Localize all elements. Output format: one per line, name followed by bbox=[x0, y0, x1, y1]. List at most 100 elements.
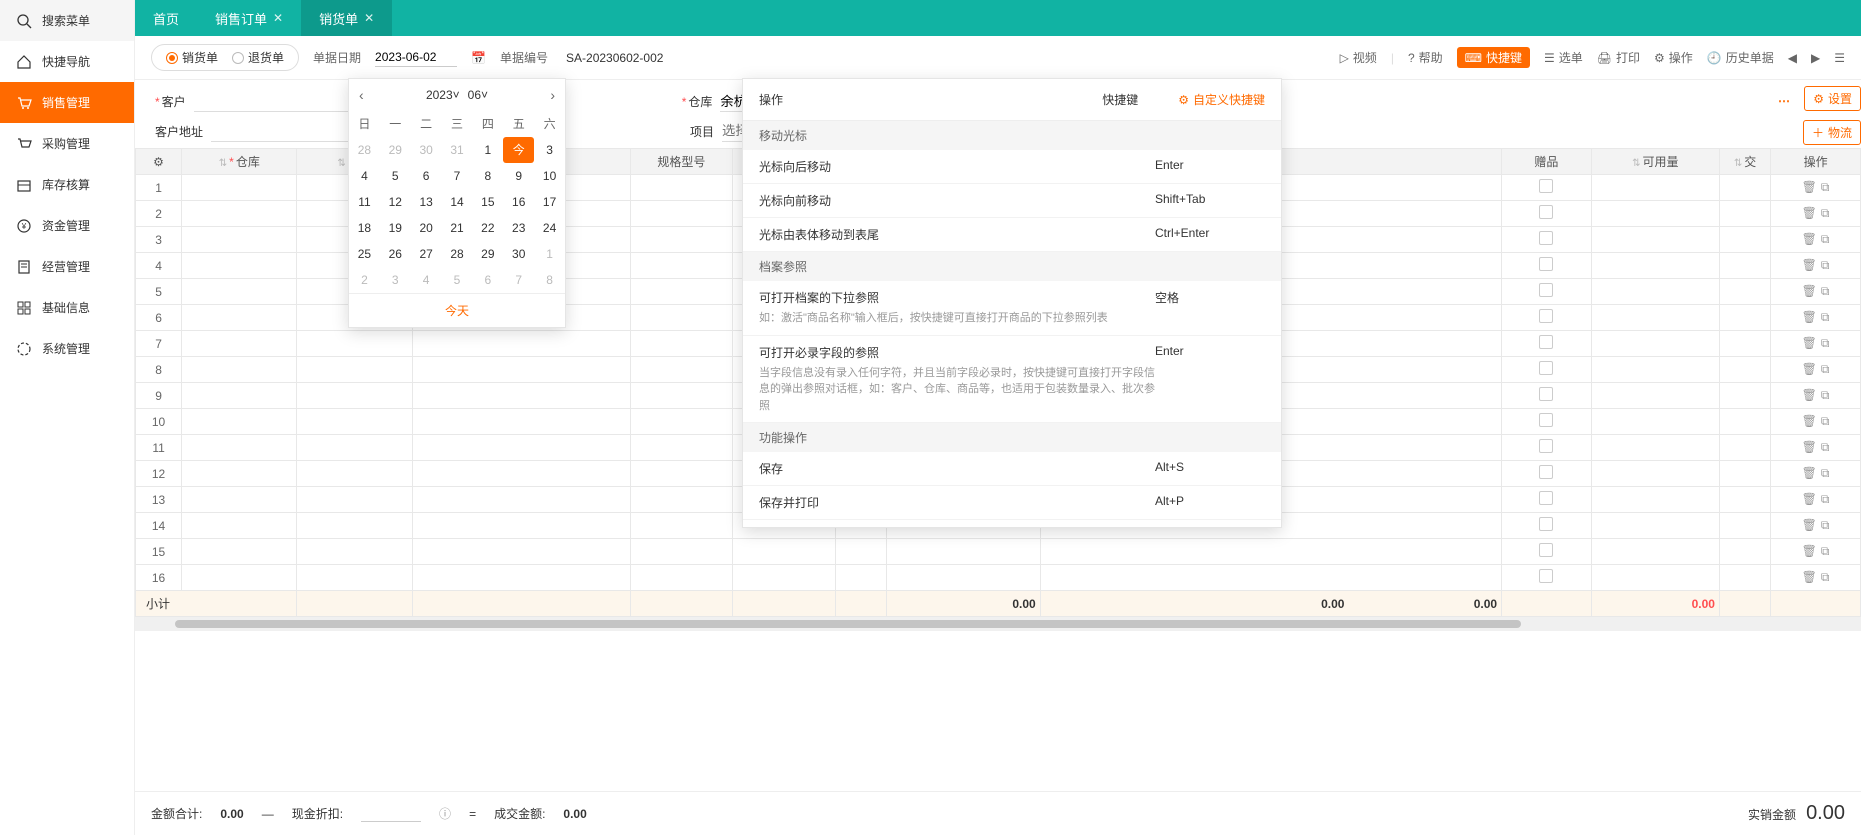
row-more-icon[interactable]: ⋯ bbox=[1778, 94, 1791, 108]
copy-icon[interactable]: ⧉ bbox=[1821, 388, 1830, 402]
gift-cell[interactable] bbox=[1502, 305, 1592, 331]
copy-icon[interactable]: ⧉ bbox=[1821, 570, 1830, 584]
history-button[interactable]: 🕘历史单据 bbox=[1707, 49, 1774, 66]
cal-day[interactable]: 1 bbox=[472, 137, 503, 163]
cal-today-button[interactable]: 今天 bbox=[349, 293, 565, 327]
copy-icon[interactable]: ⧉ bbox=[1821, 310, 1830, 324]
cal-day-prev[interactable]: 29 bbox=[380, 137, 411, 163]
cal-prev-icon[interactable]: ‹ bbox=[359, 87, 364, 103]
cal-day[interactable]: 27 bbox=[411, 241, 442, 267]
operate-button[interactable]: ⚙操作 bbox=[1654, 49, 1693, 66]
col-gear[interactable]: ⚙ bbox=[136, 149, 182, 175]
cal-day-next[interactable]: 2 bbox=[349, 267, 380, 293]
gift-cell[interactable] bbox=[1502, 513, 1592, 539]
radio-sale[interactable]: 销货单 bbox=[166, 49, 218, 66]
gift-cell[interactable] bbox=[1502, 383, 1592, 409]
cal-day[interactable]: 30 bbox=[503, 241, 534, 267]
cal-month[interactable]: 06˅ bbox=[468, 88, 488, 102]
gift-cell[interactable] bbox=[1502, 565, 1592, 591]
gift-cell[interactable] bbox=[1502, 409, 1592, 435]
copy-icon[interactable]: ⧉ bbox=[1821, 336, 1830, 350]
date-input[interactable] bbox=[375, 48, 457, 67]
cal-day-next[interactable]: 1 bbox=[534, 241, 565, 267]
sidebar-item-inventory[interactable]: 库存核算 bbox=[0, 164, 134, 205]
delete-icon[interactable]: 🗑 bbox=[1802, 336, 1817, 350]
shortcuts-button[interactable]: ⌨快捷键 bbox=[1457, 47, 1530, 68]
cal-day[interactable]: 16 bbox=[503, 189, 534, 215]
sidebar-item-sales[interactable]: 销售管理 bbox=[0, 82, 134, 123]
copy-icon[interactable]: ⧉ bbox=[1821, 466, 1830, 480]
cal-day-next[interactable]: 3 bbox=[380, 267, 411, 293]
tab-sales-order[interactable]: 销售订单✕ bbox=[197, 0, 301, 36]
cal-day[interactable]: 28 bbox=[442, 241, 473, 267]
copy-icon[interactable]: ⧉ bbox=[1821, 544, 1830, 558]
delete-icon[interactable]: 🗑 bbox=[1802, 466, 1817, 480]
delete-icon[interactable]: 🗑 bbox=[1802, 310, 1817, 324]
copy-icon[interactable]: ⧉ bbox=[1821, 518, 1830, 532]
cal-day[interactable]: 20 bbox=[411, 215, 442, 241]
cal-day[interactable]: 19 bbox=[380, 215, 411, 241]
delete-icon[interactable]: 🗑 bbox=[1802, 440, 1817, 454]
cal-day[interactable]: 7 bbox=[442, 163, 473, 189]
cal-day-today[interactable]: 今 bbox=[503, 137, 534, 163]
sidebar-item-business[interactable]: 经营管理 bbox=[0, 246, 134, 287]
cal-day[interactable]: 14 bbox=[442, 189, 473, 215]
gift-cell[interactable] bbox=[1502, 461, 1592, 487]
copy-icon[interactable]: ⧉ bbox=[1821, 258, 1830, 272]
copy-icon[interactable]: ⧉ bbox=[1821, 362, 1830, 376]
cal-day[interactable]: 17 bbox=[534, 189, 565, 215]
horizontal-scrollbar[interactable] bbox=[135, 617, 1861, 631]
calendar-icon[interactable]: 📅 bbox=[471, 51, 486, 65]
sidebar-item-funds[interactable]: ¥ 资金管理 bbox=[0, 205, 134, 246]
delete-icon[interactable]: 🗑 bbox=[1802, 284, 1817, 298]
delete-icon[interactable]: 🗑 bbox=[1802, 206, 1817, 220]
col-deliver[interactable]: 交 bbox=[1719, 149, 1770, 175]
cal-day[interactable]: 5 bbox=[380, 163, 411, 189]
cal-day-next[interactable]: 7 bbox=[503, 267, 534, 293]
cal-day[interactable]: 22 bbox=[472, 215, 503, 241]
col-spec[interactable]: 规格型号 bbox=[630, 149, 733, 175]
select-doc-button[interactable]: ☰选单 bbox=[1544, 49, 1583, 66]
copy-icon[interactable]: ⧉ bbox=[1821, 414, 1830, 428]
cal-day-prev[interactable]: 30 bbox=[411, 137, 442, 163]
cal-day-prev[interactable]: 31 bbox=[442, 137, 473, 163]
close-icon[interactable]: ✕ bbox=[364, 11, 374, 25]
cal-day[interactable]: 9 bbox=[503, 163, 534, 189]
sidebar-item-system[interactable]: 系统管理 bbox=[0, 328, 134, 369]
cal-day-next[interactable]: 5 bbox=[442, 267, 473, 293]
sidebar-item-purchase[interactable]: 采购管理 bbox=[0, 123, 134, 164]
sidebar-item-nav[interactable]: 快捷导航 bbox=[0, 41, 134, 82]
cal-day[interactable]: 4 bbox=[349, 163, 380, 189]
cal-day[interactable]: 29 bbox=[472, 241, 503, 267]
delete-icon[interactable]: 🗑 bbox=[1802, 362, 1817, 376]
list-toggle-button[interactable]: ☰ bbox=[1834, 51, 1845, 65]
copy-icon[interactable]: ⧉ bbox=[1821, 284, 1830, 298]
gift-cell[interactable] bbox=[1502, 227, 1592, 253]
cal-day[interactable]: 6 bbox=[411, 163, 442, 189]
copy-icon[interactable]: ⧉ bbox=[1821, 206, 1830, 220]
tab-home[interactable]: 首页 bbox=[135, 0, 197, 36]
gift-cell[interactable] bbox=[1502, 201, 1592, 227]
delete-icon[interactable]: 🗑 bbox=[1802, 492, 1817, 506]
next-doc-button[interactable]: ▶ bbox=[1811, 51, 1820, 65]
delete-icon[interactable]: 🗑 bbox=[1802, 180, 1817, 194]
cal-day[interactable]: 11 bbox=[349, 189, 380, 215]
delete-icon[interactable]: 🗑 bbox=[1802, 570, 1817, 584]
gift-cell[interactable] bbox=[1502, 331, 1592, 357]
copy-icon[interactable]: ⧉ bbox=[1821, 180, 1830, 194]
gift-cell[interactable] bbox=[1502, 487, 1592, 513]
gift-cell[interactable] bbox=[1502, 175, 1592, 201]
delete-icon[interactable]: 🗑 bbox=[1802, 544, 1817, 558]
settings-button[interactable]: ⚙设置 bbox=[1804, 86, 1861, 111]
table-row[interactable]: 16🗑⧉ bbox=[136, 565, 1861, 591]
delete-icon[interactable]: 🗑 bbox=[1802, 518, 1817, 532]
cal-next-icon[interactable]: › bbox=[550, 87, 555, 103]
gift-cell[interactable] bbox=[1502, 279, 1592, 305]
delete-icon[interactable]: 🗑 bbox=[1802, 414, 1817, 428]
cal-day[interactable]: 13 bbox=[411, 189, 442, 215]
help-button[interactable]: ?帮助 bbox=[1408, 49, 1443, 66]
radio-return[interactable]: 退货单 bbox=[232, 49, 284, 66]
cal-day[interactable]: 12 bbox=[380, 189, 411, 215]
gift-cell[interactable] bbox=[1502, 357, 1592, 383]
gift-cell[interactable] bbox=[1502, 539, 1592, 565]
